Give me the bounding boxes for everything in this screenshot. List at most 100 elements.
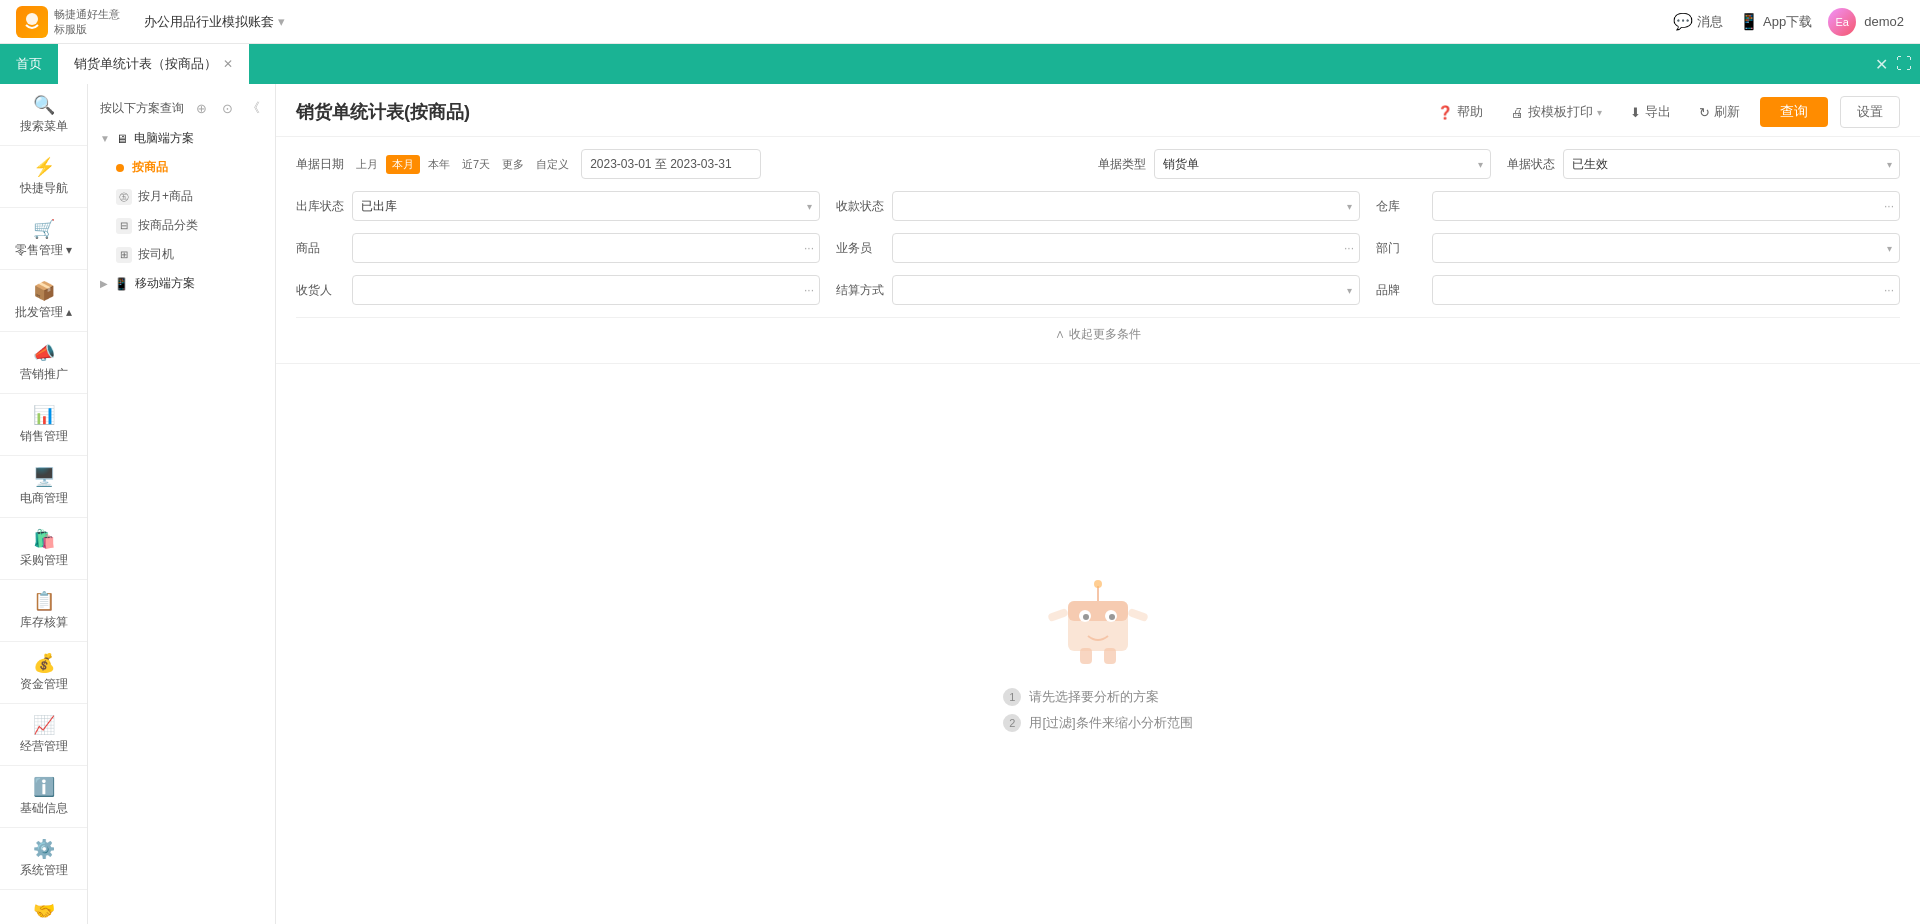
goods-dots-icon[interactable]: ··· xyxy=(804,241,814,255)
page-title: 销货单统计表(按商品) xyxy=(296,100,470,124)
doc-type-field: 单据类型 ▾ xyxy=(1098,149,1491,179)
empty-illustration xyxy=(1038,556,1158,676)
sidebar-item-basic[interactable]: ℹ️ 基础信息 xyxy=(0,766,87,828)
tab-home[interactable]: 首页 xyxy=(0,44,58,84)
collapse-conditions-button[interactable]: ∧ 收起更多条件 xyxy=(296,317,1900,351)
quick-nav-icon: ⚡ xyxy=(4,156,83,178)
receiver-dots-icon[interactable]: ··· xyxy=(804,283,814,297)
download-icon: 📱 xyxy=(1739,12,1759,31)
sidebar: 🔍 搜索菜单 ⚡ 快捷导航 🛒 零售管理 ▾ 📦 批发管理 ▴ 📣 营销推广 📊… xyxy=(0,84,88,924)
goods-control: ··· xyxy=(352,233,820,263)
breadcrumb[interactable]: 办公用品行业模拟账套 ▾ xyxy=(144,13,285,31)
doc-status-input[interactable] xyxy=(1563,149,1900,179)
logo-area: 畅捷通好生意 标服版 xyxy=(16,6,120,38)
filter-add-icon[interactable]: ⊕ xyxy=(191,98,211,118)
tab-close-window[interactable]: ✕ xyxy=(1875,55,1888,74)
date-range-value: 2023-03-01 至 2023-03-31 xyxy=(590,156,731,173)
date-shortcut-thismonth[interactable]: 本月 xyxy=(386,155,420,174)
payment-input[interactable] xyxy=(892,275,1360,305)
doc-type-input[interactable] xyxy=(1154,149,1491,179)
date-shortcuts: 上月 本月 本年 近7天 更多 自定义 xyxy=(352,155,573,174)
filter-group-mobile[interactable]: ▶ 📱 移动端方案 xyxy=(88,269,275,298)
query-button[interactable]: 查询 xyxy=(1760,97,1828,127)
staff-control: ··· xyxy=(892,233,1360,263)
svg-rect-2 xyxy=(1068,601,1128,621)
goods-field: 商品 ··· xyxy=(296,233,820,263)
receiver-label: 收货人 xyxy=(296,282,344,299)
filter-group-pc[interactable]: ▼ 🖥 电脑端方案 xyxy=(88,124,275,153)
filter-settings-icon[interactable]: ⊙ xyxy=(217,98,237,118)
date-field: 单据日期 上月 本月 本年 近7天 更多 自定义 2023-03-01 至 20… xyxy=(296,149,1082,179)
staff-field: 业务员 ··· xyxy=(836,233,1360,263)
sidebar-item-purchase[interactable]: 🛍️ 采购管理 xyxy=(0,518,87,580)
filter-form: 单据日期 上月 本月 本年 近7天 更多 自定义 2023-03-01 至 20… xyxy=(276,137,1920,364)
sidebar-item-finance[interactable]: 💰 资金管理 xyxy=(0,642,87,704)
user-area[interactable]: Ea demo2 xyxy=(1828,8,1904,36)
tab-sales-stats[interactable]: 销货单统计表（按商品） ✕ xyxy=(58,44,249,84)
tab-close-icon[interactable]: ✕ xyxy=(223,57,233,71)
out-status-input[interactable] xyxy=(352,191,820,221)
filter-item-by-driver[interactable]: ⊞ 按司机 xyxy=(88,240,275,269)
goods-input[interactable] xyxy=(352,233,820,263)
receipt-status-input[interactable] xyxy=(892,191,1360,221)
date-shortcut-thisyear[interactable]: 本年 xyxy=(424,155,454,174)
svg-rect-10 xyxy=(1104,648,1116,664)
date-shortcut-lastmonth[interactable]: 上月 xyxy=(352,155,382,174)
sidebar-item-enterprise[interactable]: 🤝 企业协同 xyxy=(0,890,87,924)
settings-button[interactable]: 设置 xyxy=(1840,96,1900,128)
header-left: 畅捷通好生意 标服版 办公用品行业模拟账套 ▾ xyxy=(16,6,285,38)
help-button[interactable]: ❓ 帮助 xyxy=(1429,99,1491,125)
filter-item-by-month-goods[interactable]: ㊄ 按月+商品 xyxy=(88,182,275,211)
filter-row-4: 收货人 ··· 结算方式 ▾ 品牌 xyxy=(296,275,1900,305)
page-actions: ❓ 帮助 🖨 按模板打印 ▾ ⬇ 导出 ↻ 刷新 xyxy=(1429,96,1900,128)
date-shortcut-custom[interactable]: 自定义 xyxy=(532,155,573,174)
sidebar-item-wholesale[interactable]: 📦 批发管理 ▴ xyxy=(0,270,87,332)
dept-control: ▾ xyxy=(1432,233,1900,263)
refresh-button[interactable]: ↻ 刷新 xyxy=(1691,99,1748,125)
payment-field: 结算方式 ▾ xyxy=(836,275,1360,305)
date-range-input[interactable]: 2023-03-01 至 2023-03-31 xyxy=(581,149,761,179)
header-right: 💬 消息 📱 App下载 Ea demo2 xyxy=(1673,8,1904,36)
svg-rect-8 xyxy=(1127,608,1149,622)
warehouse-dots-icon[interactable]: ··· xyxy=(1884,199,1894,213)
sidebar-item-search[interactable]: 🔍 搜索菜单 xyxy=(0,84,87,146)
filter-collapse-icon[interactable]: 《 xyxy=(243,98,263,118)
filter-item-by-category[interactable]: ⊟ 按商品分类 xyxy=(88,211,275,240)
sidebar-item-marketing[interactable]: 📣 营销推广 xyxy=(0,332,87,394)
date-shortcut-more[interactable]: 更多 xyxy=(498,155,528,174)
empty-hint-1: 1 请先选择要分析的方案 xyxy=(1003,688,1192,706)
dept-input[interactable] xyxy=(1432,233,1900,263)
sidebar-item-ecommerce[interactable]: 🖥️ 电商管理 xyxy=(0,456,87,518)
sidebar-item-retail[interactable]: 🛒 零售管理 ▾ xyxy=(0,208,87,270)
brand-dots-icon[interactable]: ··· xyxy=(1884,283,1894,297)
print-icon: 🖨 xyxy=(1511,105,1524,120)
sidebar-item-inventory[interactable]: 📋 库存核算 xyxy=(0,580,87,642)
export-button[interactable]: ⬇ 导出 xyxy=(1622,99,1679,125)
sidebar-item-sales[interactable]: 📊 销售管理 xyxy=(0,394,87,456)
app-download-button[interactable]: 📱 App下载 xyxy=(1739,12,1812,31)
filter-item-by-goods[interactable]: 按商品 xyxy=(88,153,275,182)
out-status-label: 出库状态 xyxy=(296,198,344,215)
purchase-icon: 🛍️ xyxy=(4,528,83,550)
hint-1-text: 请先选择要分析的方案 xyxy=(1029,688,1159,706)
sidebar-item-operation[interactable]: 📈 经营管理 xyxy=(0,704,87,766)
sidebar-item-system[interactable]: ⚙️ 系统管理 xyxy=(0,828,87,890)
help-icon: ❓ xyxy=(1437,105,1453,120)
receiver-input[interactable] xyxy=(352,275,820,305)
msg-button[interactable]: 💬 消息 xyxy=(1673,12,1723,31)
marketing-icon: 📣 xyxy=(4,342,83,364)
staff-input[interactable] xyxy=(892,233,1360,263)
sidebar-item-quick-nav[interactable]: ⚡ 快捷导航 xyxy=(0,146,87,208)
warehouse-input[interactable] xyxy=(1432,191,1900,221)
sales-icon: 📊 xyxy=(4,404,83,426)
refresh-icon: ↻ xyxy=(1699,105,1710,120)
date-shortcut-7days[interactable]: 近7天 xyxy=(458,155,494,174)
staff-dots-icon[interactable]: ··· xyxy=(1344,241,1354,255)
doc-status-label: 单据状态 xyxy=(1507,156,1555,173)
tab-expand-icon[interactable]: ⛶ xyxy=(1896,55,1912,73)
brand-input[interactable] xyxy=(1432,275,1900,305)
dept-label: 部门 xyxy=(1376,240,1424,257)
payment-label: 结算方式 xyxy=(836,282,884,299)
breadcrumb-arrow[interactable]: ▾ xyxy=(278,14,285,29)
print-button[interactable]: 🖨 按模板打印 ▾ xyxy=(1503,99,1610,125)
